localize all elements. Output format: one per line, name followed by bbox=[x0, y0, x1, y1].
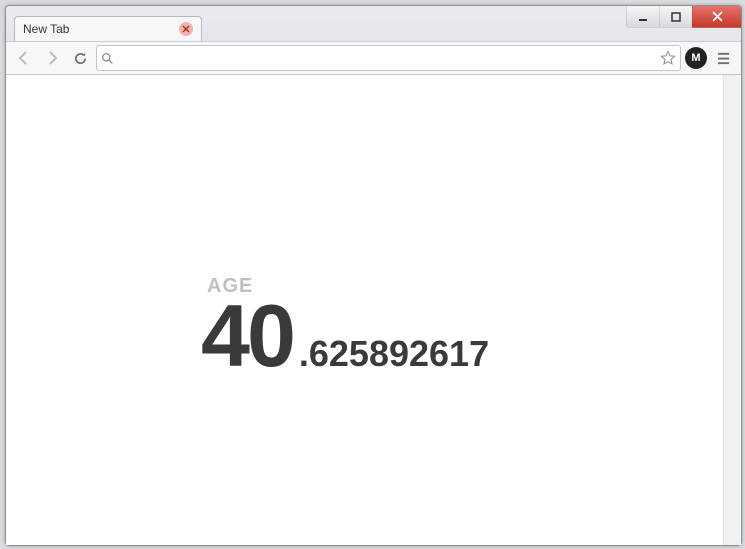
search-icon bbox=[101, 52, 114, 65]
tab-strip: New Tab bbox=[6, 6, 741, 41]
arrow-right-icon bbox=[44, 50, 60, 66]
age-fraction: .625892617 bbox=[299, 333, 489, 375]
forward-button[interactable] bbox=[40, 46, 64, 70]
reload-button[interactable] bbox=[68, 46, 92, 70]
back-button[interactable] bbox=[12, 46, 36, 70]
menu-button[interactable] bbox=[711, 46, 735, 70]
bookmark-button[interactable] bbox=[660, 50, 676, 66]
age-display: AGE 40 .625892617 bbox=[201, 275, 489, 380]
tab-title: New Tab bbox=[23, 22, 69, 36]
arrow-left-icon bbox=[16, 50, 32, 66]
address-input[interactable] bbox=[118, 48, 652, 68]
hamburger-icon bbox=[716, 51, 731, 66]
browser-window: New Tab M bbox=[5, 5, 742, 546]
avatar-letter: M bbox=[691, 52, 700, 64]
reload-icon bbox=[73, 51, 88, 66]
close-icon bbox=[182, 25, 190, 33]
vertical-scrollbar[interactable] bbox=[723, 75, 740, 545]
profile-avatar[interactable]: M bbox=[685, 47, 707, 69]
browser-tab[interactable]: New Tab bbox=[14, 16, 202, 41]
browser-toolbar: M bbox=[6, 41, 741, 75]
age-integer: 40 bbox=[201, 292, 293, 380]
address-bar[interactable] bbox=[96, 45, 681, 71]
age-value: 40 .625892617 bbox=[201, 292, 489, 380]
page-content: AGE 40 .625892617 bbox=[6, 75, 741, 545]
star-icon bbox=[660, 50, 676, 66]
tab-close-button[interactable] bbox=[179, 22, 193, 36]
